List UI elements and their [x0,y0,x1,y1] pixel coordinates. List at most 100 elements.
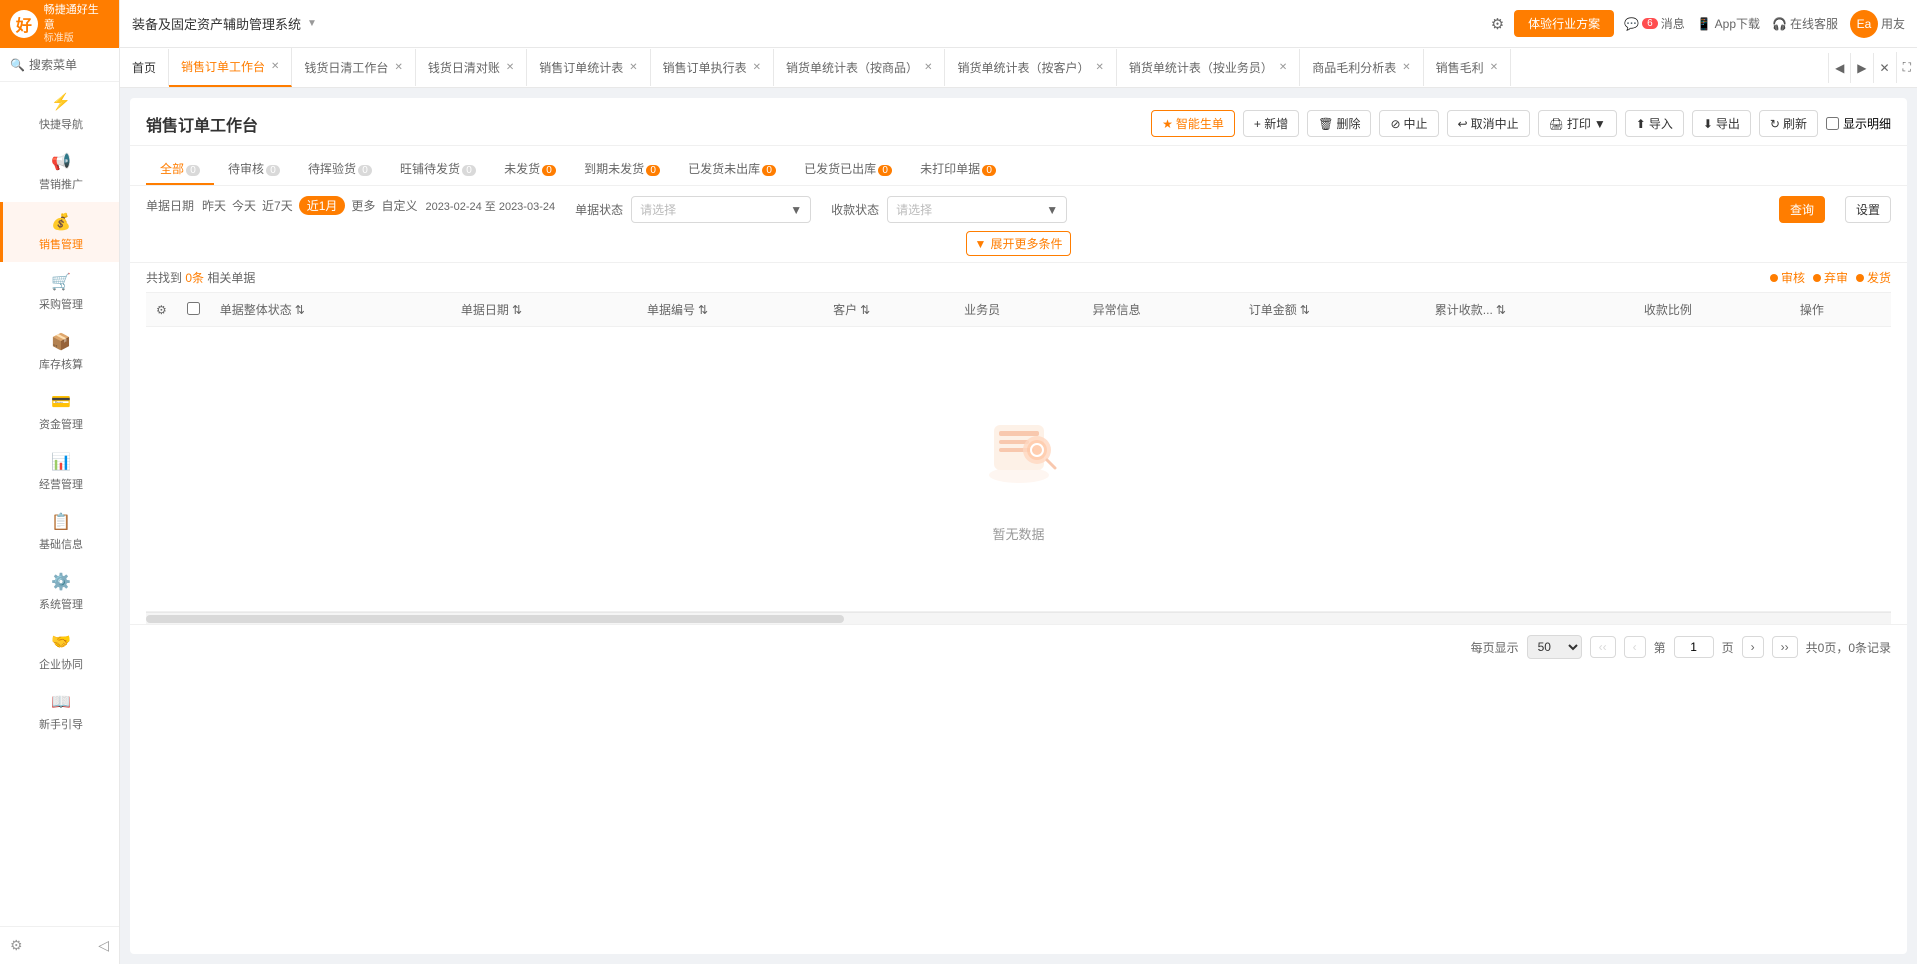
deliver-action-btn[interactable]: 发货 [1856,269,1891,286]
sidebar-item-quick[interactable]: ⚡ 快捷导航 [0,82,119,142]
first-page-btn[interactable]: ‹‹ [1590,636,1616,658]
next-page-btn[interactable]: › [1742,636,1764,658]
tab-close-sales-stats[interactable]: ✕ [629,62,637,73]
th-amount-sort[interactable]: 订单金额 ⇅ [1249,301,1415,318]
date-today-btn[interactable]: 今天 [232,197,256,214]
app-download-btn[interactable]: 📱 App下载 [1697,15,1760,32]
tab-home[interactable]: 首页 [120,49,169,86]
sidebar-item-operation[interactable]: 📊 经营管理 [0,442,119,502]
tab-daily-clear[interactable]: 钱货日清工作台 ✕ [292,49,415,86]
expand-conditions-btn[interactable]: ▼ 展开更多条件 [966,231,1072,256]
tab-close-by-salesperson[interactable]: ✕ [1279,62,1287,73]
receipt-select[interactable]: 请选择 ▼ [887,196,1067,223]
user-menu-btn[interactable]: Ea 用友 [1850,10,1905,38]
th-number-sort[interactable]: 单据编号 ⇅ [647,301,813,318]
tab-scroll-right-btn[interactable]: ▶ [1850,53,1872,83]
tab-close-by-customer[interactable]: ✕ [1095,62,1103,73]
status-select[interactable]: 请选择 ▼ [631,196,811,223]
tab-sales-by-salesperson[interactable]: 销货单统计表（按业务员） ✕ [1117,49,1300,86]
scrollbar-thumb[interactable] [146,615,844,623]
tab-sales-by-product[interactable]: 销货单统计表（按商品） ✕ [774,49,945,86]
search-menu-btn[interactable]: 🔍 搜索菜单 [0,48,119,82]
query-btn[interactable]: 查询 [1779,196,1825,223]
th-received-sort[interactable]: 累计收款... ⇅ [1435,301,1624,318]
date-yesterday-btn[interactable]: 昨天 [202,197,226,214]
delete-btn[interactable]: 🗑 删除 [1307,110,1371,137]
th-customer-sort[interactable]: 客户 ⇅ [833,301,944,318]
sidebar-item-system[interactable]: ⚙️ 系统管理 [0,562,119,622]
date-7days-btn[interactable]: 近7天 [262,197,293,214]
sub-tab-all[interactable]: 全部0 [146,154,214,185]
sidebar-item-purchase[interactable]: 🛒 采购管理 [0,262,119,322]
date-month-btn[interactable]: 近1月 [299,196,346,215]
purchase-icon: 🛒 [51,272,71,292]
sub-tab-pending-audit[interactable]: 待审核0 [214,154,294,185]
stop-btn[interactable]: ⊘ 中止 [1379,110,1438,137]
message-btn[interactable]: 💬 6 消息 [1624,15,1685,32]
sub-tab-wangpu-ship[interactable]: 旺铺待发货0 [386,154,490,185]
sub-tab-unshipped[interactable]: 未发货0 [490,154,570,185]
sub-tab-overdue-unshipped[interactable]: 到期未发货0 [570,154,674,185]
title-expand-icon[interactable]: ▼ [307,18,317,29]
tab-close-gross-analysis[interactable]: ✕ [1402,62,1410,73]
sub-tab-shipped-not-out[interactable]: 已发货未出库0 [674,154,790,185]
sidebar-item-basic[interactable]: 📋 基础信息 [0,502,119,562]
date-more-btn[interactable]: 更多 [351,197,375,214]
topbar-gear-icon[interactable]: ⚙ [1491,15,1504,33]
tab-sales-gross[interactable]: 销售毛利 ✕ [1424,49,1511,86]
tab-sales-by-customer[interactable]: 销货单统计表（按客户） ✕ [945,49,1116,86]
sidebar-item-inventory[interactable]: 📦 库存核算 [0,322,119,382]
tab-reconciliation[interactable]: 钱货日清对账 ✕ [416,49,527,86]
page-number-input[interactable] [1674,636,1714,658]
sidebar-item-sales[interactable]: 💰 销售管理 [0,202,119,262]
last-page-btn[interactable]: ›› [1772,636,1798,658]
horizontal-scrollbar[interactable] [146,612,1891,624]
settings-filter-btn[interactable]: 设置 [1845,196,1891,223]
add-btn[interactable]: + 新增 [1243,110,1299,137]
tab-close-sales-gross[interactable]: ✕ [1490,62,1498,73]
tab-scroll-left-btn[interactable]: ◀ [1828,53,1850,83]
cancel-stop-btn[interactable]: ↩ 取消中止 [1447,110,1530,137]
tab-close-sales-workbench[interactable]: ✕ [271,61,279,72]
audit-action-btn[interactable]: 审核 [1770,269,1805,286]
per-page-select[interactable]: 50 100 200 [1527,635,1582,659]
th-status-sort[interactable]: 单据整体状态 ⇅ [220,301,441,318]
refresh-btn[interactable]: ↻ 刷新 [1759,110,1818,137]
export-btn[interactable]: ⬇ 导出 [1692,110,1751,137]
prev-page-btn[interactable]: ‹ [1624,636,1646,658]
page-title: 销售订单工作台 [146,112,258,136]
sub-tab-shipped-out[interactable]: 已发货已出库0 [790,154,906,185]
show-detail-checkbox-label[interactable]: 显示明细 [1826,115,1891,132]
sidebar-item-guide[interactable]: 📖 新手引导 [0,682,119,742]
empty-state-cell: 暂无数据 [146,327,1891,612]
tab-close-reconciliation[interactable]: ✕ [506,62,514,73]
print-btn[interactable]: 🖨 打印 ▼ [1538,110,1617,137]
show-detail-checkbox[interactable] [1826,117,1839,130]
th-setting[interactable]: ⚙ [146,293,177,327]
th-checkbox[interactable] [177,293,210,327]
sub-tab-pending-inspect[interactable]: 待挥验货0 [294,154,386,185]
tab-close-daily-clear[interactable]: ✕ [394,62,402,73]
tab-close-sales-exec[interactable]: ✕ [753,62,761,73]
smart-generate-btn[interactable]: ★ 智能生单 [1151,110,1235,137]
sub-tab-not-printed[interactable]: 未打印单据0 [906,154,1010,185]
tab-expand-btn[interactable]: ⛶ [1896,52,1917,83]
select-all-checkbox[interactable] [187,302,200,315]
tab-sales-workbench[interactable]: 销售订单工作台 ✕ [169,48,292,87]
online-service-btn[interactable]: 🎧 在线客服 [1772,15,1838,32]
import-btn[interactable]: ⬆ 导入 [1625,110,1684,137]
th-date-sort[interactable]: 单据日期 ⇅ [461,301,627,318]
sidebar-item-marketing[interactable]: 📢 营销推广 [0,142,119,202]
tab-sales-exec[interactable]: 销售订单执行表 ✕ [651,49,774,86]
revoke-action-btn[interactable]: 弃审 [1813,269,1848,286]
date-custom-btn[interactable]: 自定义 [381,197,417,214]
tab-gross-analysis[interactable]: 商品毛利分析表 ✕ [1300,49,1423,86]
sidebar-item-enterprise[interactable]: 🤝 企业协同 [0,622,119,682]
tab-close-by-product[interactable]: ✕ [924,62,932,73]
tab-close-all-btn[interactable]: ✕ [1873,53,1896,83]
sidebar-item-finance[interactable]: 💳 资金管理 [0,382,119,442]
tab-sales-stats[interactable]: 销售订单统计表 ✕ [527,49,650,86]
industry-solution-btn[interactable]: 体验行业方案 [1514,10,1614,37]
collapse-sidebar-btn[interactable]: ◁ [98,937,109,954]
settings-gear-icon[interactable]: ⚙ [10,937,23,954]
